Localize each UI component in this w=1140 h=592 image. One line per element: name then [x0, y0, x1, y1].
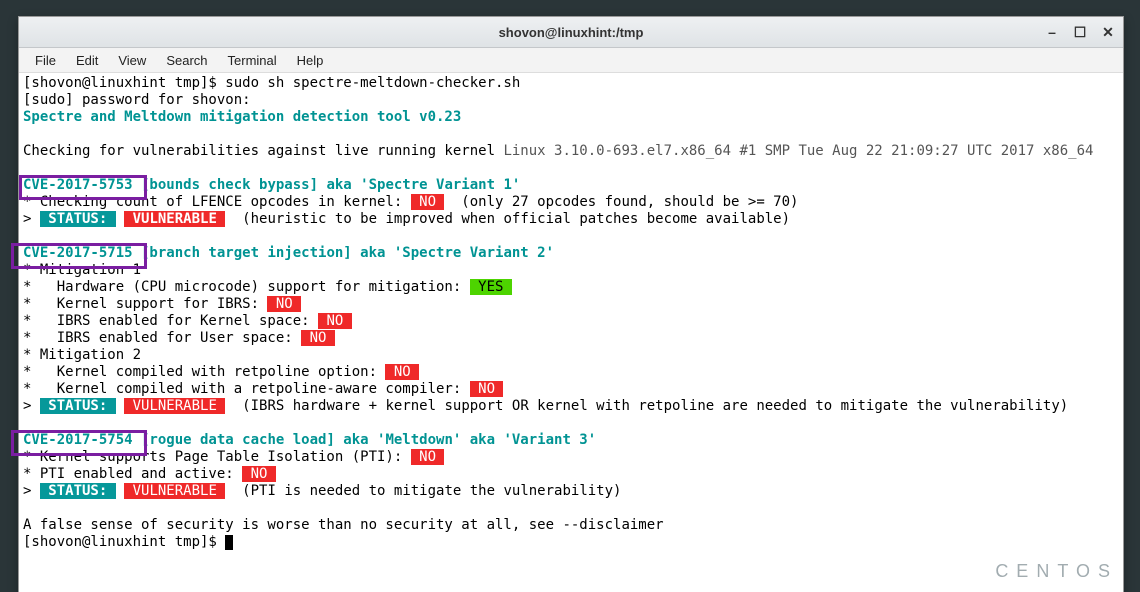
cve3-desc: [rogue data cache load] aka 'Meltdown' a…	[133, 432, 597, 448]
terminal-window: shovon@linuxhint:/tmp – ☐ ✕ File Edit Vi…	[18, 16, 1124, 592]
close-button[interactable]: ✕	[1099, 23, 1117, 41]
cve3-pti-active: * PTI enabled and active:	[23, 466, 242, 482]
cve-2017-5715-id: CVE-2017-5715	[23, 245, 133, 261]
no-badge: NO	[301, 330, 335, 346]
cve2-ibrs-uspace: * IBRS enabled for User space:	[23, 330, 301, 346]
cve1-line1b: (only 27 opcodes found, should be >= 70)	[444, 194, 798, 210]
no-badge: NO	[385, 364, 419, 380]
yes-badge: YES	[470, 279, 512, 295]
disclaimer-line: A false sense of security is worse than …	[23, 517, 664, 533]
cve2-desc: [branch target injection] aka 'Spectre V…	[133, 245, 554, 261]
menu-file[interactable]: File	[25, 51, 66, 70]
cve1-status-note: (heuristic to be improved when official …	[225, 211, 790, 227]
no-badge: NO	[318, 313, 352, 329]
titlebar[interactable]: shovon@linuxhint:/tmp – ☐ ✕	[19, 17, 1123, 48]
minimize-button[interactable]: –	[1043, 23, 1061, 41]
status-prefix: >	[23, 483, 40, 499]
status-prefix: >	[23, 211, 40, 227]
menu-search[interactable]: Search	[156, 51, 217, 70]
status-label: STATUS:	[40, 398, 116, 414]
tool-header: Spectre and Meltdown mitigation detectio…	[23, 109, 461, 125]
status-label: STATUS:	[40, 483, 116, 499]
check-prefix: Checking for vulnerabilities against liv…	[23, 143, 503, 159]
cve3-pti-support: * Kernel supports Page Table Isolation (…	[23, 449, 411, 465]
centos-watermark: CENTOS	[995, 561, 1118, 582]
no-badge: NO	[470, 381, 504, 397]
titlebar-title: shovon@linuxhint:/tmp	[19, 25, 1123, 40]
window-controls: – ☐ ✕	[1043, 23, 1117, 41]
cve2-ibrs-kernel-support: * Kernel support for IBRS:	[23, 296, 267, 312]
menu-edit[interactable]: Edit	[66, 51, 108, 70]
menubar: File Edit View Search Terminal Help	[19, 48, 1123, 73]
maximize-button[interactable]: ☐	[1071, 23, 1089, 41]
prompt-line-2: [shovon@linuxhint tmp]$	[23, 534, 225, 550]
no-badge: NO	[411, 449, 445, 465]
no-badge: NO	[242, 466, 276, 482]
cve-2017-5754-id: CVE-2017-5754	[23, 432, 133, 448]
vulnerable-badge: VULNERABLE	[124, 211, 225, 227]
terminal-content[interactable]: [shovon@linuxhint tmp]$ sudo sh spectre-…	[19, 73, 1123, 592]
menu-help[interactable]: Help	[287, 51, 334, 70]
cve2-retpoline-opt: * Kernel compiled with retpoline option:	[23, 364, 385, 380]
cve-2017-5753-id: CVE-2017-5753	[23, 177, 133, 193]
vulnerable-badge: VULNERABLE	[124, 483, 225, 499]
cve1-desc: [bounds check bypass] aka 'Spectre Varia…	[133, 177, 521, 193]
cve2-ibrs-kspace: * IBRS enabled for Kernel space:	[23, 313, 318, 329]
mitigation-1: * Mitigation 1	[23, 262, 141, 278]
sudo-line: [sudo] password for shovon:	[23, 92, 251, 108]
menu-view[interactable]: View	[108, 51, 156, 70]
desktop: shovon@linuxhint:/tmp – ☐ ✕ File Edit Vi…	[0, 0, 1140, 592]
cve3-status-note: (PTI is needed to mitigate the vulnerabi…	[225, 483, 621, 499]
kernel-string: Linux 3.10.0-693.el7.x86_64 #1 SMP Tue A…	[503, 143, 1093, 159]
menu-terminal[interactable]: Terminal	[218, 51, 287, 70]
mitigation-2: * Mitigation 2	[23, 347, 141, 363]
vulnerable-badge: VULNERABLE	[124, 398, 225, 414]
cursor-block	[225, 535, 233, 550]
cve2-retpoline-compiler: * Kernel compiled with a retpoline-aware…	[23, 381, 470, 397]
status-prefix: >	[23, 398, 40, 414]
cve2-status-note: (IBRS hardware + kernel support OR kerne…	[225, 398, 1068, 414]
no-badge: NO	[267, 296, 301, 312]
cve1-no-badge: NO	[411, 194, 445, 210]
cve2-hw-line: * Hardware (CPU microcode) support for m…	[23, 279, 470, 295]
cve1-line1a: * Checking count of LFENCE opcodes in ke…	[23, 194, 411, 210]
status-label: STATUS:	[40, 211, 116, 227]
prompt-line-1: [shovon@linuxhint tmp]$ sudo sh spectre-…	[23, 75, 520, 91]
